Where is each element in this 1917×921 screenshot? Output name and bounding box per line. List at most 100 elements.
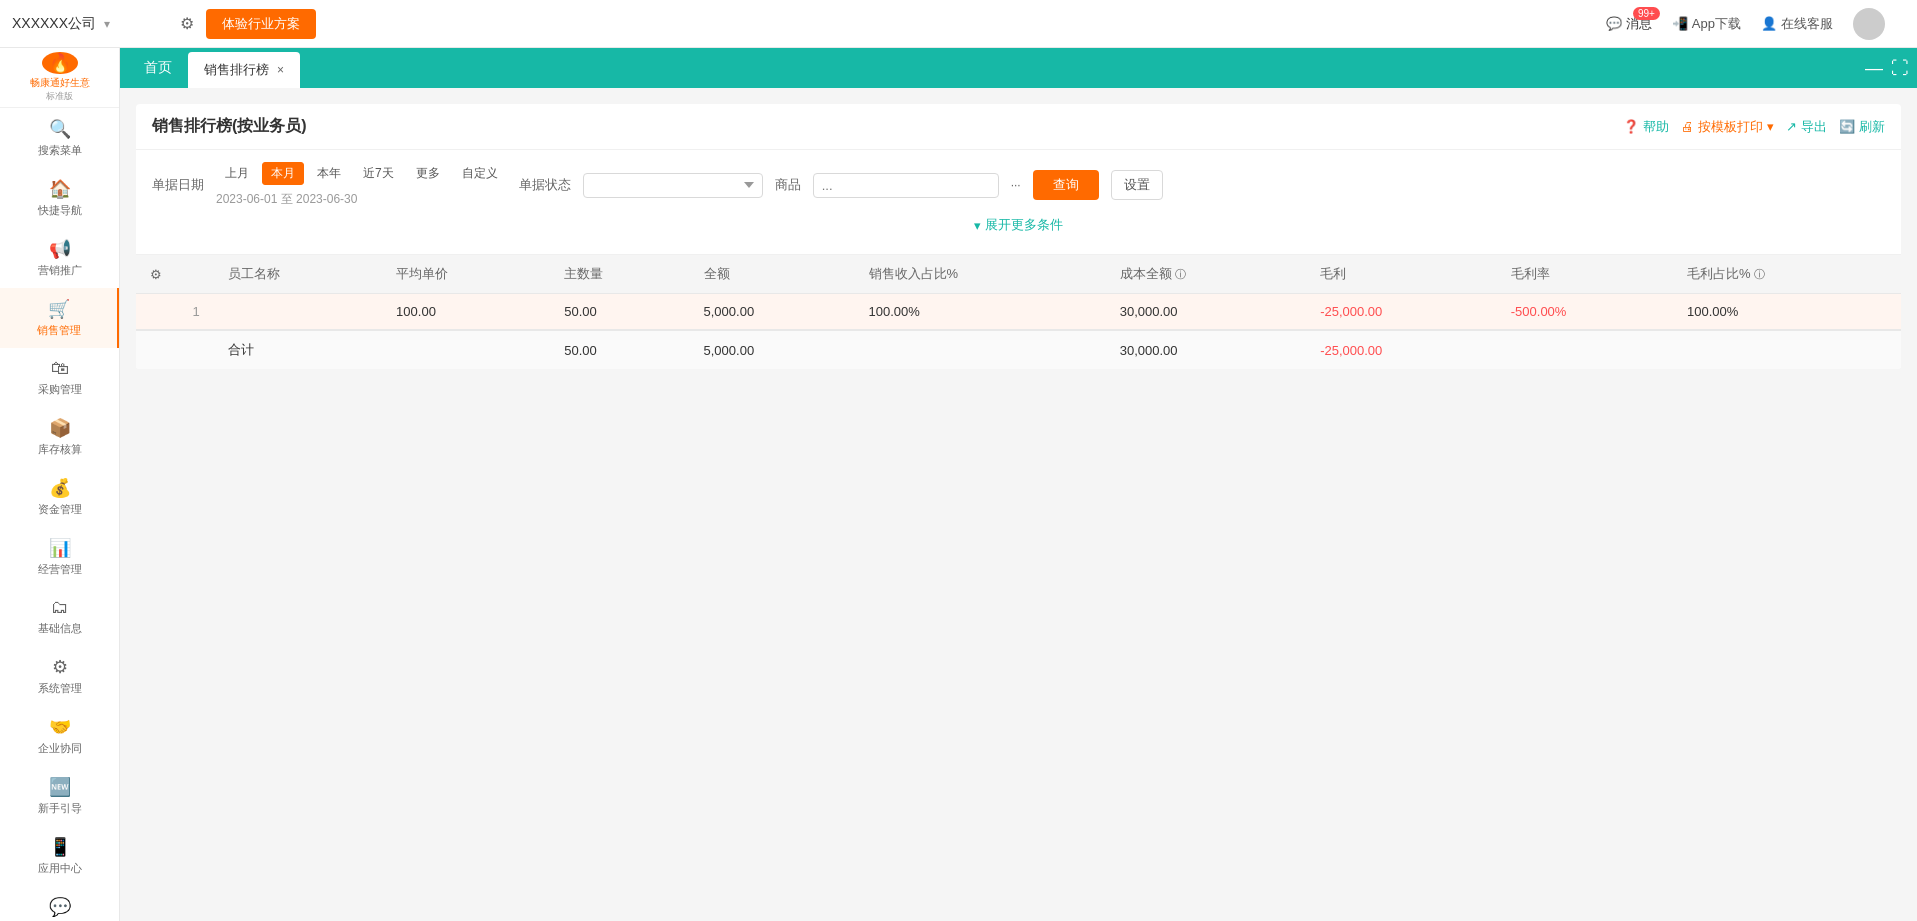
- refresh-label: 刷新: [1859, 118, 1885, 136]
- sidebar-item-inventory[interactable]: 📦 库存核算: [0, 407, 119, 467]
- company-selector[interactable]: XXXXXX公司 ▾: [12, 15, 172, 33]
- tab-sales-ranking[interactable]: 销售排行榜 ×: [188, 52, 300, 88]
- search-icon: 🔍: [49, 118, 71, 140]
- sidebar-item-marketing[interactable]: 📢 营销推广: [0, 228, 119, 288]
- date-tab-prev-month[interactable]: 上月: [216, 162, 258, 185]
- table-footer: 合计 50.00 5,000.00 30,000.00 -25,000.00: [136, 330, 1901, 369]
- sidebar-logo: 🔥 畅康通好生意 标准版: [0, 48, 119, 108]
- sidebar-item-sales[interactable]: 🛒 销售管理: [0, 288, 119, 348]
- tab-label: 销售排行榜: [204, 61, 269, 79]
- sidebar-item-collab[interactable]: 🤝 企业协同: [0, 706, 119, 766]
- sidebar-item-label: 资金管理: [38, 502, 82, 517]
- footer-amount: 5,000.00: [692, 330, 857, 369]
- logo-title: 畅康通好生意: [30, 76, 90, 90]
- sidebar-item-purchase[interactable]: 🛍 采购管理: [0, 348, 119, 407]
- service-icon: 👤: [1761, 16, 1777, 31]
- tab-close-icon[interactable]: ×: [277, 63, 284, 77]
- operations-icon: 📊: [49, 537, 71, 559]
- date-tabs: 上月 本月 本年 近7天 更多 自定义: [216, 162, 507, 185]
- trial-button[interactable]: 体验行业方案: [206, 9, 316, 39]
- sales-icon: 🛒: [48, 298, 70, 320]
- sidebar-item-system[interactable]: ⚙ 系统管理: [0, 646, 119, 706]
- table-row: 1 100.00 50.00 5,000.00 100.00% 30,000.0…: [136, 294, 1901, 331]
- system-icon: ⚙: [52, 656, 68, 678]
- online-service-btn[interactable]: 👤 在线客服: [1761, 15, 1833, 33]
- message-badge: 99+: [1633, 7, 1660, 20]
- print-label: 按模板打印: [1698, 118, 1763, 136]
- expand-icon: ▾: [974, 218, 981, 233]
- goods-label: 商品: [775, 176, 801, 194]
- date-tab-custom[interactable]: 自定义: [453, 162, 507, 185]
- footer-gross-rate: [1499, 330, 1675, 369]
- cell-gross-rate: -500.00%: [1499, 294, 1675, 331]
- col-gross-profit: 毛利: [1308, 255, 1499, 294]
- tab-collapse-icon[interactable]: —: [1865, 58, 1883, 79]
- goods-input[interactable]: [813, 173, 999, 198]
- chevron-down-icon: ▾: [104, 17, 110, 31]
- page-title: 销售排行榜(按业务员): [152, 116, 307, 137]
- date-tab-cur-year[interactable]: 本年: [308, 162, 350, 185]
- query-button[interactable]: 查询: [1033, 170, 1099, 200]
- print-template-button[interactable]: 🖨 按模板打印 ▾: [1681, 118, 1774, 136]
- export-button[interactable]: ↗ 导出: [1786, 118, 1827, 136]
- cell-sales-pct: 100.00%: [857, 294, 1108, 331]
- tab-home[interactable]: 首页: [128, 48, 188, 88]
- guide-icon: 🆕: [49, 776, 71, 798]
- sidebar-item-basic[interactable]: 🗂 基础信息: [0, 587, 119, 646]
- date-tab-cur-month[interactable]: 本月: [262, 162, 304, 185]
- settings-small-button[interactable]: 设置: [1111, 170, 1163, 200]
- finance-icon: 💰: [49, 477, 71, 499]
- footer-gross-pct: [1675, 330, 1901, 369]
- print-chevron-icon: ▾: [1767, 119, 1774, 134]
- sidebar-item-wechat[interactable]: 💬 企业微信: [0, 886, 119, 921]
- status-select[interactable]: [583, 173, 763, 198]
- sidebar-item-search[interactable]: 🔍 搜索菜单: [0, 108, 119, 168]
- export-icon: ↗: [1786, 119, 1797, 134]
- sidebar-item-label: 经营管理: [38, 562, 82, 577]
- footer-sales-pct: [857, 330, 1108, 369]
- basic-icon: 🗂: [51, 597, 69, 618]
- purchase-icon: 🛍: [51, 358, 69, 379]
- date-label: 单据日期: [152, 176, 204, 194]
- settings-icon[interactable]: ⚙: [180, 14, 194, 33]
- app-download-btn[interactable]: 📲 App下载: [1672, 15, 1741, 33]
- header-actions: ❓ 帮助 🖨 按模板打印 ▾ ↗ 导出 🔄: [1623, 118, 1885, 136]
- cell-cost-amount: 30,000.00: [1108, 294, 1308, 331]
- info-icon: ⓘ: [1175, 268, 1186, 280]
- page-header: 销售排行榜(按业务员) ❓ 帮助 🖨 按模板打印 ▾ ↗: [136, 104, 1901, 150]
- col-settings[interactable]: ⚙: [136, 255, 176, 294]
- tab-expand-icon[interactable]: ⛶: [1891, 58, 1909, 79]
- col-sales-pct: 销售收入占比%: [857, 255, 1108, 294]
- expand-filters-button[interactable]: ▾ 展开更多条件: [974, 216, 1063, 234]
- marketing-icon: 📢: [49, 238, 71, 260]
- footer-empty2: [176, 330, 216, 369]
- more-filter-btn[interactable]: ···: [1011, 178, 1021, 192]
- sidebar-item-shortcut[interactable]: 🏠 快捷导航: [0, 168, 119, 228]
- sidebar-item-apps[interactable]: 📱 应用中心: [0, 826, 119, 886]
- cell-name: [216, 294, 384, 331]
- help-button[interactable]: ❓ 帮助: [1623, 118, 1669, 136]
- message-icon: 💬: [1606, 16, 1622, 31]
- sidebar-item-label: 应用中心: [38, 861, 82, 876]
- data-table: ⚙ 员工名称 平均单价 主数量 全额 销售收入占比% 成本全额 ⓘ 毛利 毛利率: [136, 255, 1901, 369]
- cell-settings: [136, 294, 176, 331]
- sidebar-item-label: 库存核算: [38, 442, 82, 457]
- export-label: 导出: [1801, 118, 1827, 136]
- home-icon: 🏠: [49, 178, 71, 200]
- sidebar-item-guide[interactable]: 🆕 新手引导: [0, 766, 119, 826]
- footer-cost-amount: 30,000.00: [1108, 330, 1308, 369]
- date-tab-7days[interactable]: 近7天: [354, 162, 403, 185]
- sidebar-item-finance[interactable]: 💰 资金管理: [0, 467, 119, 527]
- avatar[interactable]: [1853, 8, 1885, 40]
- online-service-label: 在线客服: [1781, 15, 1833, 33]
- sidebar-item-operations[interactable]: 📊 经营管理: [0, 527, 119, 587]
- refresh-icon: 🔄: [1839, 119, 1855, 134]
- footer-qty: 50.00: [552, 330, 691, 369]
- refresh-button[interactable]: 🔄 刷新: [1839, 118, 1885, 136]
- col-gross-rate: 毛利率: [1499, 255, 1675, 294]
- tabs-bar: 首页 销售排行榜 × — ⛶: [120, 48, 1917, 88]
- message-area[interactable]: 💬 消息 99+: [1606, 15, 1652, 33]
- date-tab-more[interactable]: 更多: [407, 162, 449, 185]
- col-cost-amount: 成本全额 ⓘ: [1108, 255, 1308, 294]
- cell-gross-pct: 100.00%: [1675, 294, 1901, 331]
